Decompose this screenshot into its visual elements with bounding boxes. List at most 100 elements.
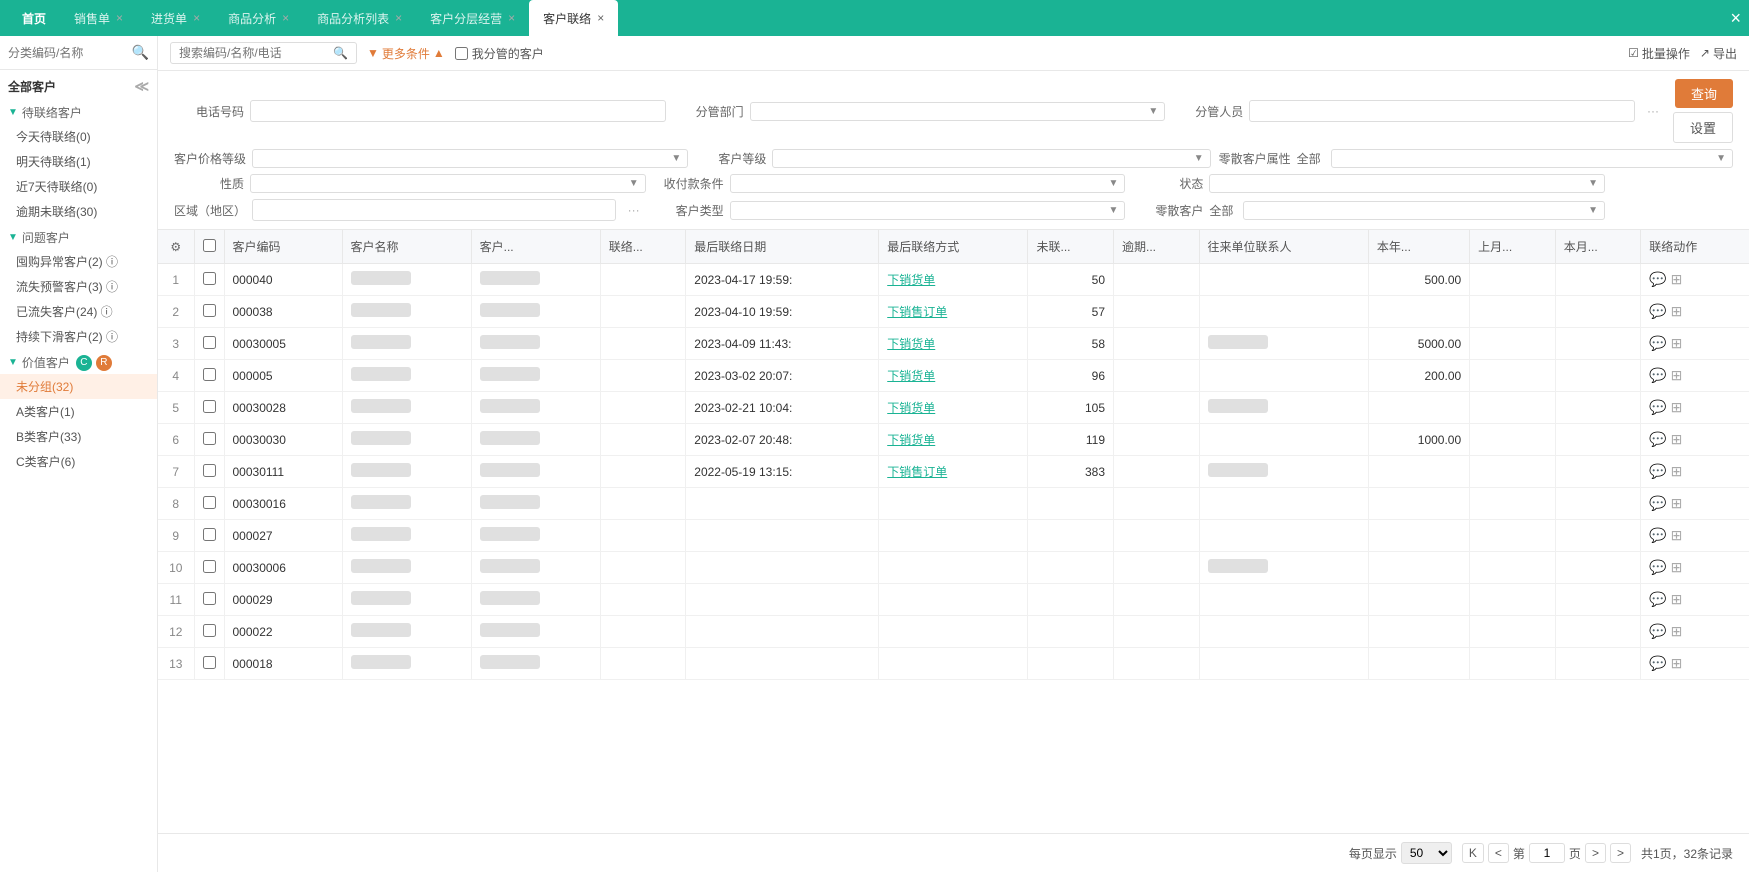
sidebar-item-declining[interactable]: 持续下滑客户(2) ⓘ bbox=[0, 324, 157, 349]
grid-icon[interactable]: ⊞ bbox=[1671, 335, 1683, 352]
row-checkbox[interactable] bbox=[203, 400, 216, 413]
grid-icon[interactable]: ⊞ bbox=[1671, 623, 1683, 640]
row-checkbox[interactable] bbox=[203, 496, 216, 509]
message-icon[interactable]: 💬 bbox=[1649, 527, 1666, 544]
contact-type-link[interactable]: 下销货单 bbox=[887, 433, 935, 447]
sidebar-search-input[interactable] bbox=[8, 46, 128, 60]
my-customers-checkbox[interactable] bbox=[455, 47, 468, 60]
sidebar-group-value-customers[interactable]: ▼ 价值客户 C R bbox=[0, 349, 157, 374]
grid-icon[interactable]: ⊞ bbox=[1671, 303, 1683, 320]
sidebar-item-class-a[interactable]: A类客户(1) bbox=[0, 399, 157, 424]
sidebar-collapse-btn[interactable]: ≪ bbox=[134, 78, 149, 95]
person-more-btn[interactable]: ··· bbox=[1641, 104, 1665, 118]
close-purchase-tab[interactable]: × bbox=[193, 11, 200, 25]
sidebar-item-hoarding-abnormal[interactable]: 囤购异常客户(2) ⓘ bbox=[0, 249, 157, 274]
tab-customer-tier[interactable]: 客户分层经营 × bbox=[416, 0, 529, 36]
row-checkbox[interactable] bbox=[203, 528, 216, 541]
grid-icon[interactable]: ⊞ bbox=[1671, 591, 1683, 608]
row-checkbox[interactable] bbox=[203, 368, 216, 381]
message-icon[interactable]: 💬 bbox=[1649, 271, 1666, 288]
close-product-analysis-tab[interactable]: × bbox=[282, 11, 289, 25]
batch-op-button[interactable]: ☑ 批量操作 bbox=[1628, 45, 1690, 62]
sidebar-item-7day-pending[interactable]: 近7天待联络(0) bbox=[0, 174, 157, 199]
close-sales-tab[interactable]: × bbox=[116, 11, 123, 25]
sidebar-item-churned[interactable]: 已流失客户(24) ⓘ bbox=[0, 299, 157, 324]
grid-icon[interactable]: ⊞ bbox=[1671, 399, 1683, 416]
row-checkbox[interactable] bbox=[203, 464, 216, 477]
tab-purchase[interactable]: 进货单 × bbox=[137, 0, 214, 36]
contact-type-link[interactable]: 下销货单 bbox=[887, 273, 935, 287]
close-customer-tier-tab[interactable]: × bbox=[508, 11, 515, 25]
message-icon[interactable]: 💬 bbox=[1649, 335, 1666, 352]
grid-icon[interactable]: ⊞ bbox=[1671, 431, 1683, 448]
contact-type-link[interactable]: 下销货单 bbox=[887, 401, 935, 415]
page-size-select[interactable]: 50 20 100 bbox=[1401, 842, 1452, 864]
grid-icon[interactable]: ⊞ bbox=[1671, 495, 1683, 512]
row-checkbox[interactable] bbox=[203, 336, 216, 349]
sidebar-item-class-b[interactable]: B类客户(33) bbox=[0, 424, 157, 449]
tab-product-analysis-list[interactable]: 商品分析列表 × bbox=[303, 0, 416, 36]
tab-home[interactable]: 首页 bbox=[8, 0, 60, 36]
sidebar-item-ungrouped[interactable]: 未分组(32) bbox=[0, 374, 157, 399]
filter-more-conditions[interactable]: ▼ 更多条件 ▲ bbox=[367, 45, 445, 62]
sidebar-search-icon[interactable]: 🔍 bbox=[132, 44, 149, 61]
contact-type-link[interactable]: 下销货单 bbox=[887, 369, 935, 383]
row-checkbox[interactable] bbox=[203, 304, 216, 317]
customer-level-select[interactable]: ▼ bbox=[772, 149, 1210, 168]
reset-button[interactable]: 设置 bbox=[1673, 112, 1733, 143]
message-icon[interactable]: 💬 bbox=[1649, 623, 1666, 640]
person-input[interactable] bbox=[1249, 100, 1635, 122]
row-checkbox[interactable] bbox=[203, 272, 216, 285]
payment-select[interactable]: ▼ bbox=[730, 174, 1126, 193]
contact-type-link[interactable]: 下销售订单 bbox=[887, 465, 947, 479]
row-checkbox[interactable] bbox=[203, 624, 216, 637]
contact-type-link[interactable]: 下销售订单 bbox=[887, 305, 947, 319]
message-icon[interactable]: 💬 bbox=[1649, 431, 1666, 448]
tab-product-analysis[interactable]: 商品分析 × bbox=[214, 0, 303, 36]
sidebar-item-today-pending[interactable]: 今天待联络(0) bbox=[0, 124, 157, 149]
last-page-btn[interactable]: > bbox=[1610, 843, 1631, 863]
page-number-input[interactable] bbox=[1529, 843, 1565, 863]
customer-type-select[interactable]: ▼ bbox=[730, 201, 1126, 220]
grid-icon[interactable]: ⊞ bbox=[1671, 655, 1683, 672]
region-more-btn[interactable]: ··· bbox=[622, 203, 646, 217]
status-select[interactable]: ▼ bbox=[1209, 174, 1605, 193]
tab-sales[interactable]: 销售单 × bbox=[60, 0, 137, 36]
message-icon[interactable]: 💬 bbox=[1649, 463, 1666, 480]
row-checkbox[interactable] bbox=[203, 592, 216, 605]
message-icon[interactable]: 💬 bbox=[1649, 559, 1666, 576]
message-icon[interactable]: 💬 bbox=[1649, 367, 1666, 384]
retail-customer-select[interactable]: ▼ bbox=[1243, 201, 1605, 220]
select-all-checkbox[interactable] bbox=[203, 239, 216, 252]
row-checkbox[interactable] bbox=[203, 432, 216, 445]
grid-icon[interactable]: ⊞ bbox=[1671, 463, 1683, 480]
retail-attr-select[interactable]: ▼ bbox=[1331, 149, 1733, 168]
message-icon[interactable]: 💬 bbox=[1649, 655, 1666, 672]
grid-icon[interactable]: ⊞ bbox=[1671, 559, 1683, 576]
sidebar-item-class-c[interactable]: C类客户(6) bbox=[0, 449, 157, 474]
contact-type-link[interactable]: 下销货单 bbox=[887, 337, 935, 351]
phone-input[interactable] bbox=[250, 100, 666, 122]
gear-icon[interactable]: ⚙ bbox=[170, 240, 181, 254]
tab-customer-contact[interactable]: 客户联络 × bbox=[529, 0, 618, 36]
message-icon[interactable]: 💬 bbox=[1649, 495, 1666, 512]
close-product-analysis-list-tab[interactable]: × bbox=[395, 11, 402, 25]
sidebar-item-overdue-pending[interactable]: 逾期未联络(30) bbox=[0, 199, 157, 224]
next-page-btn[interactable]: > bbox=[1585, 843, 1606, 863]
dept-select[interactable]: ▼ bbox=[750, 102, 1166, 121]
message-icon[interactable]: 💬 bbox=[1649, 399, 1666, 416]
close-customer-contact-tab[interactable]: × bbox=[597, 11, 604, 25]
nature-select[interactable]: ▼ bbox=[250, 174, 646, 193]
sidebar-group-pending-contact[interactable]: ▼ 待联络客户 bbox=[0, 99, 157, 124]
sidebar-group-problem-customers[interactable]: ▼ 问题客户 bbox=[0, 224, 157, 249]
sidebar-all-customers-header[interactable]: 全部客户 ≪ bbox=[0, 70, 157, 99]
first-page-btn[interactable]: K bbox=[1462, 843, 1484, 863]
prev-page-btn[interactable]: < bbox=[1488, 843, 1509, 863]
price-level-select[interactable]: ▼ bbox=[252, 149, 688, 168]
query-button[interactable]: 查询 bbox=[1675, 79, 1733, 108]
row-checkbox[interactable] bbox=[203, 560, 216, 573]
message-icon[interactable]: 💬 bbox=[1649, 591, 1666, 608]
window-close-button[interactable]: × bbox=[1730, 8, 1741, 29]
region-input[interactable] bbox=[252, 199, 616, 221]
filter-search-input[interactable] bbox=[179, 46, 329, 60]
